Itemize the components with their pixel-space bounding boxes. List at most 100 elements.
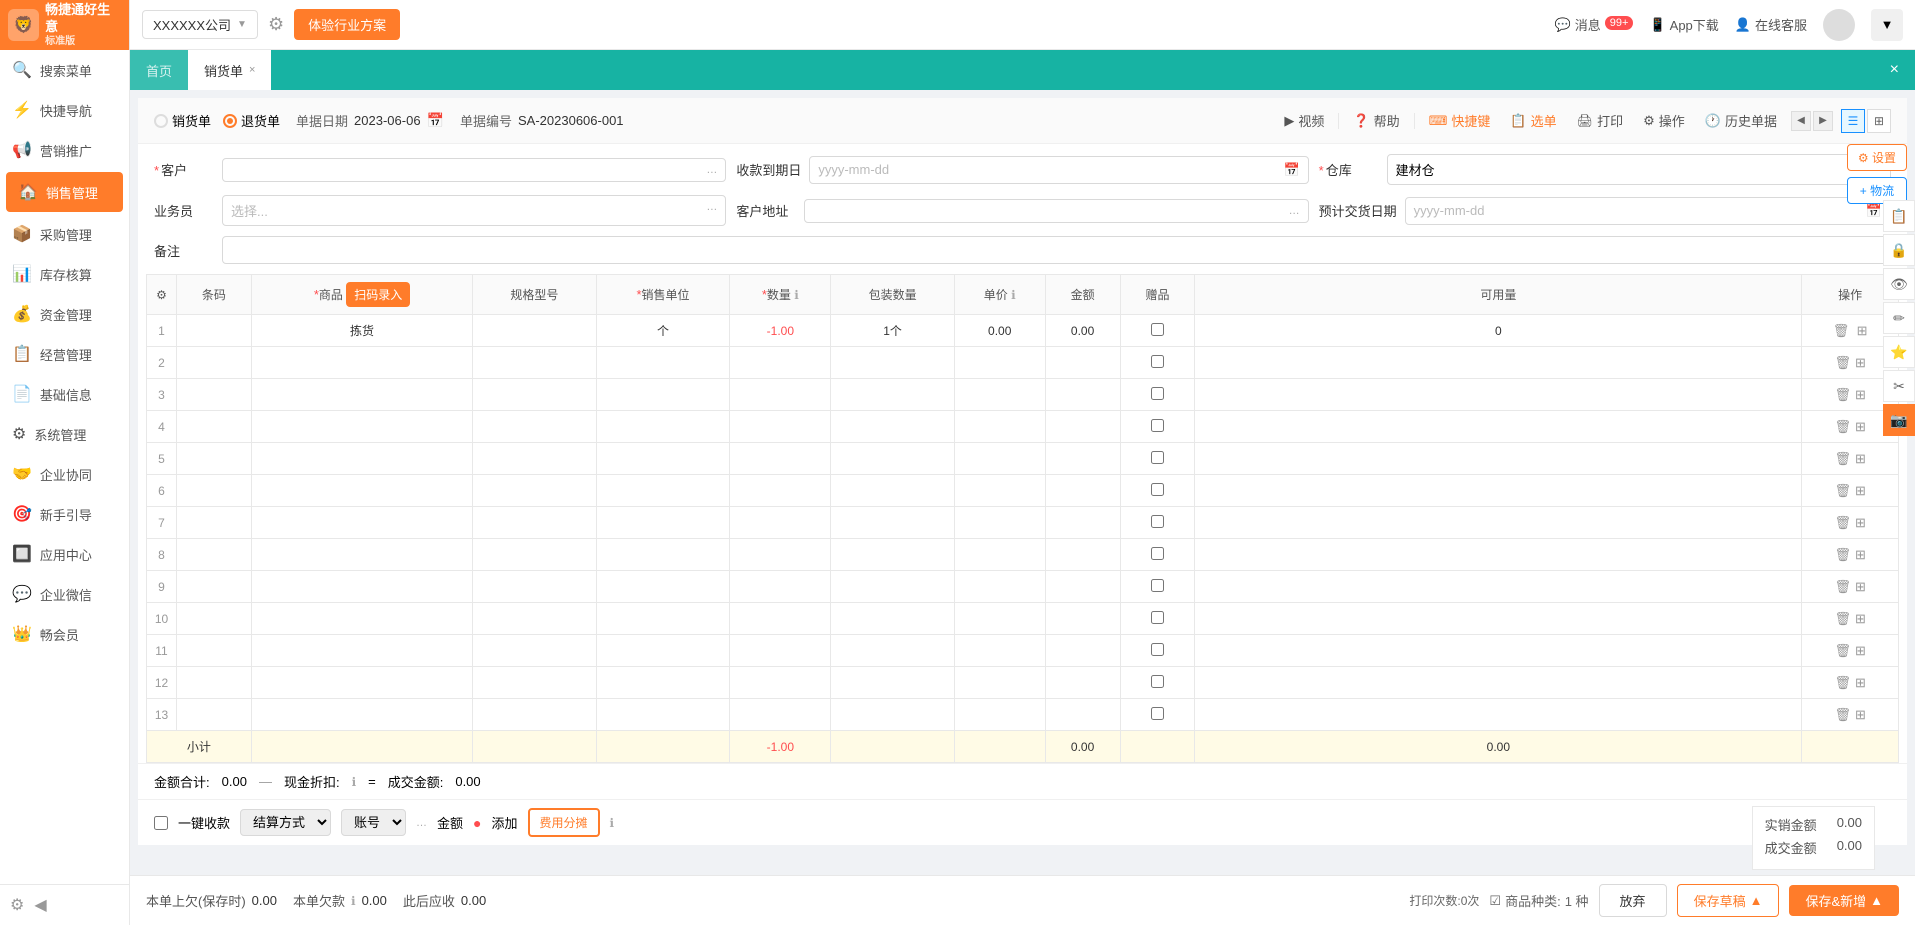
copy-icon[interactable]: ⊞	[1855, 579, 1866, 594]
customer-addr-input[interactable]: …	[804, 199, 1308, 223]
calendar-icon[interactable]: 📅	[427, 112, 444, 129]
delete-icon[interactable]: 🗑	[1834, 547, 1851, 562]
cell-product[interactable]: 拣货	[251, 315, 472, 347]
sidebar-item-sales[interactable]: 🏠 销售管理	[6, 172, 123, 212]
video-btn[interactable]: ▶ 视频	[1278, 108, 1330, 133]
delete-icon[interactable]: 🗑	[1834, 355, 1851, 370]
float-btn-orange[interactable]: 📷	[1883, 404, 1915, 436]
select-order-btn[interactable]: 📋 选单	[1504, 108, 1562, 133]
delete-icon[interactable]: 🗑	[1834, 675, 1851, 690]
delete-icon[interactable]: 🗑	[1834, 611, 1851, 626]
gift-checkbox[interactable]	[1151, 451, 1164, 464]
th-settings[interactable]: ⚙	[147, 275, 177, 315]
gift-checkbox[interactable]	[1151, 675, 1164, 688]
save-draft-button[interactable]: 保存草稿 ▲	[1677, 884, 1780, 917]
delete-icon[interactable]: 🗑	[1834, 387, 1851, 402]
delete-icon[interactable]: 🗑	[1834, 579, 1851, 594]
sidebar-item-guide[interactable]: 🎯 新手引导	[0, 494, 129, 534]
sidebar-item-member[interactable]: 👑 畅会员	[0, 614, 129, 654]
expected-date-input[interactable]: yyyy-mm-dd 📅	[1405, 197, 1891, 225]
customer-input[interactable]: …	[222, 158, 726, 182]
user-avatar[interactable]	[1823, 9, 1855, 41]
gift-checkbox[interactable]	[1151, 483, 1164, 496]
gift-checkbox[interactable]	[1151, 579, 1164, 592]
gift-checkbox[interactable]	[1151, 355, 1164, 368]
prev-arrow[interactable]: ◀	[1791, 111, 1811, 131]
gift-checkbox[interactable]	[1151, 323, 1164, 336]
cell-amount[interactable]: 0.00	[1045, 315, 1120, 347]
float-btn-6[interactable]: ✂	[1883, 370, 1915, 402]
cell-price[interactable]: 0.00	[954, 315, 1045, 347]
tab-close-icon[interactable]: ×	[249, 64, 255, 76]
sidebar-item-marketing[interactable]: 📢 营销推广	[0, 130, 129, 170]
abandon-button[interactable]: 放弃	[1599, 884, 1667, 917]
note-input[interactable]	[222, 236, 1891, 264]
gift-checkbox[interactable]	[1151, 643, 1164, 656]
delete-icon[interactable]: 🗑	[1834, 419, 1851, 434]
scan-btn[interactable]: 扫码录入	[346, 282, 410, 307]
copy-icon[interactable]: ⊞	[1855, 611, 1866, 626]
copy-icon[interactable]: ⊞	[1855, 707, 1866, 722]
print-btn[interactable]: 🖨 打印	[1571, 108, 1630, 133]
operate-btn[interactable]: ⚙ 操作	[1637, 108, 1691, 133]
delete-icon[interactable]: 🗑	[1834, 515, 1851, 530]
sidebar-item-appcenter[interactable]: 🔲 应用中心	[0, 534, 129, 574]
radio-return-order[interactable]: 退货单	[223, 111, 280, 130]
cell-spec[interactable]	[473, 315, 596, 347]
float-btn-4[interactable]: ✏	[1883, 302, 1915, 334]
message-button[interactable]: 💬 消息 99+	[1555, 15, 1634, 34]
history-btn[interactable]: 🕐 历史单据	[1699, 108, 1783, 133]
gift-checkbox[interactable]	[1151, 547, 1164, 560]
account-select[interactable]: 账号	[341, 809, 406, 836]
delete-icon[interactable]: 🗑	[1834, 483, 1851, 498]
save-new-button[interactable]: 保存&新增 ▲	[1789, 885, 1899, 916]
sidebar-item-enterprise[interactable]: 🤝 企业协同	[0, 454, 129, 494]
tab-sales-order[interactable]: 销货单 ×	[188, 50, 271, 90]
delete-icon[interactable]: 🗑	[1834, 707, 1851, 722]
cell-barcode[interactable]	[177, 315, 252, 347]
shortcut-btn[interactable]: ⌨ 快捷键	[1423, 108, 1497, 133]
copy-icon[interactable]: ⊞	[1855, 515, 1866, 530]
cell-unit[interactable]: 个	[596, 315, 730, 347]
calc-method-select[interactable]: 结算方式	[240, 809, 331, 836]
collapse-icon[interactable]: ◀	[34, 895, 46, 915]
sidebar-item-operations[interactable]: 📋 经营管理	[0, 334, 129, 374]
float-btn-3[interactable]: 👁	[1883, 268, 1915, 300]
float-btn-1[interactable]: 📋	[1883, 200, 1915, 232]
sidebar-item-quicknav[interactable]: ⚡ 快捷导航	[0, 90, 129, 130]
sidebar-item-system[interactable]: ⚙ 系统管理	[0, 414, 129, 454]
help-btn[interactable]: ❓ 帮助	[1347, 108, 1405, 133]
account-more-icon[interactable]: …	[416, 817, 427, 829]
list-view-btn[interactable]: ☰	[1841, 109, 1865, 133]
settings-bottom-icon[interactable]: ⚙	[10, 895, 24, 915]
copy-icon[interactable]: ⊞	[1855, 643, 1866, 658]
settings-action-btn[interactable]: ⚙ 设置	[1847, 144, 1907, 171]
sidebar-item-weixin[interactable]: 💬 企业微信	[0, 574, 129, 614]
fee-split-btn[interactable]: 费用分摊	[528, 808, 600, 837]
due-date-input[interactable]: yyyy-mm-dd 📅	[809, 156, 1308, 184]
sidebar-item-finance[interactable]: 💰 资金管理	[0, 294, 129, 334]
warehouse-input[interactable]: 建材仓 …	[1387, 154, 1891, 185]
one-click-payment-checkbox[interactable]	[154, 816, 168, 830]
copy-icon[interactable]: ⊞	[1855, 355, 1866, 370]
gift-checkbox[interactable]	[1151, 515, 1164, 528]
gift-checkbox[interactable]	[1151, 419, 1164, 432]
gift-checkbox[interactable]	[1151, 387, 1164, 400]
gift-checkbox[interactable]	[1151, 611, 1164, 624]
float-btn-5[interactable]: ⭐	[1883, 336, 1915, 368]
delete-icon[interactable]: 🗑	[1834, 451, 1851, 466]
cell-gift[interactable]	[1120, 315, 1195, 347]
app-download-button[interactable]: 📱 App下载	[1649, 15, 1718, 34]
radio-sale-order[interactable]: 销货单	[154, 111, 211, 130]
copy-icon[interactable]: ⊞	[1855, 451, 1866, 466]
gift-checkbox[interactable]	[1151, 707, 1164, 720]
next-arrow[interactable]: ▶	[1813, 111, 1833, 131]
copy-icon[interactable]: ⊞	[1855, 547, 1866, 562]
sidebar-item-inventory[interactable]: 📊 库存核算	[0, 254, 129, 294]
delete-icon[interactable]: 🗑	[1834, 643, 1851, 658]
copy-icon[interactable]: ⊞	[1855, 483, 1866, 498]
salesperson-input[interactable]: 选择... …	[222, 195, 726, 226]
tab-home[interactable]: 首页	[130, 50, 188, 90]
sidebar-item-basics[interactable]: 📄 基础信息	[0, 374, 129, 414]
tab-bar-close-icon[interactable]: ×	[1874, 61, 1915, 79]
